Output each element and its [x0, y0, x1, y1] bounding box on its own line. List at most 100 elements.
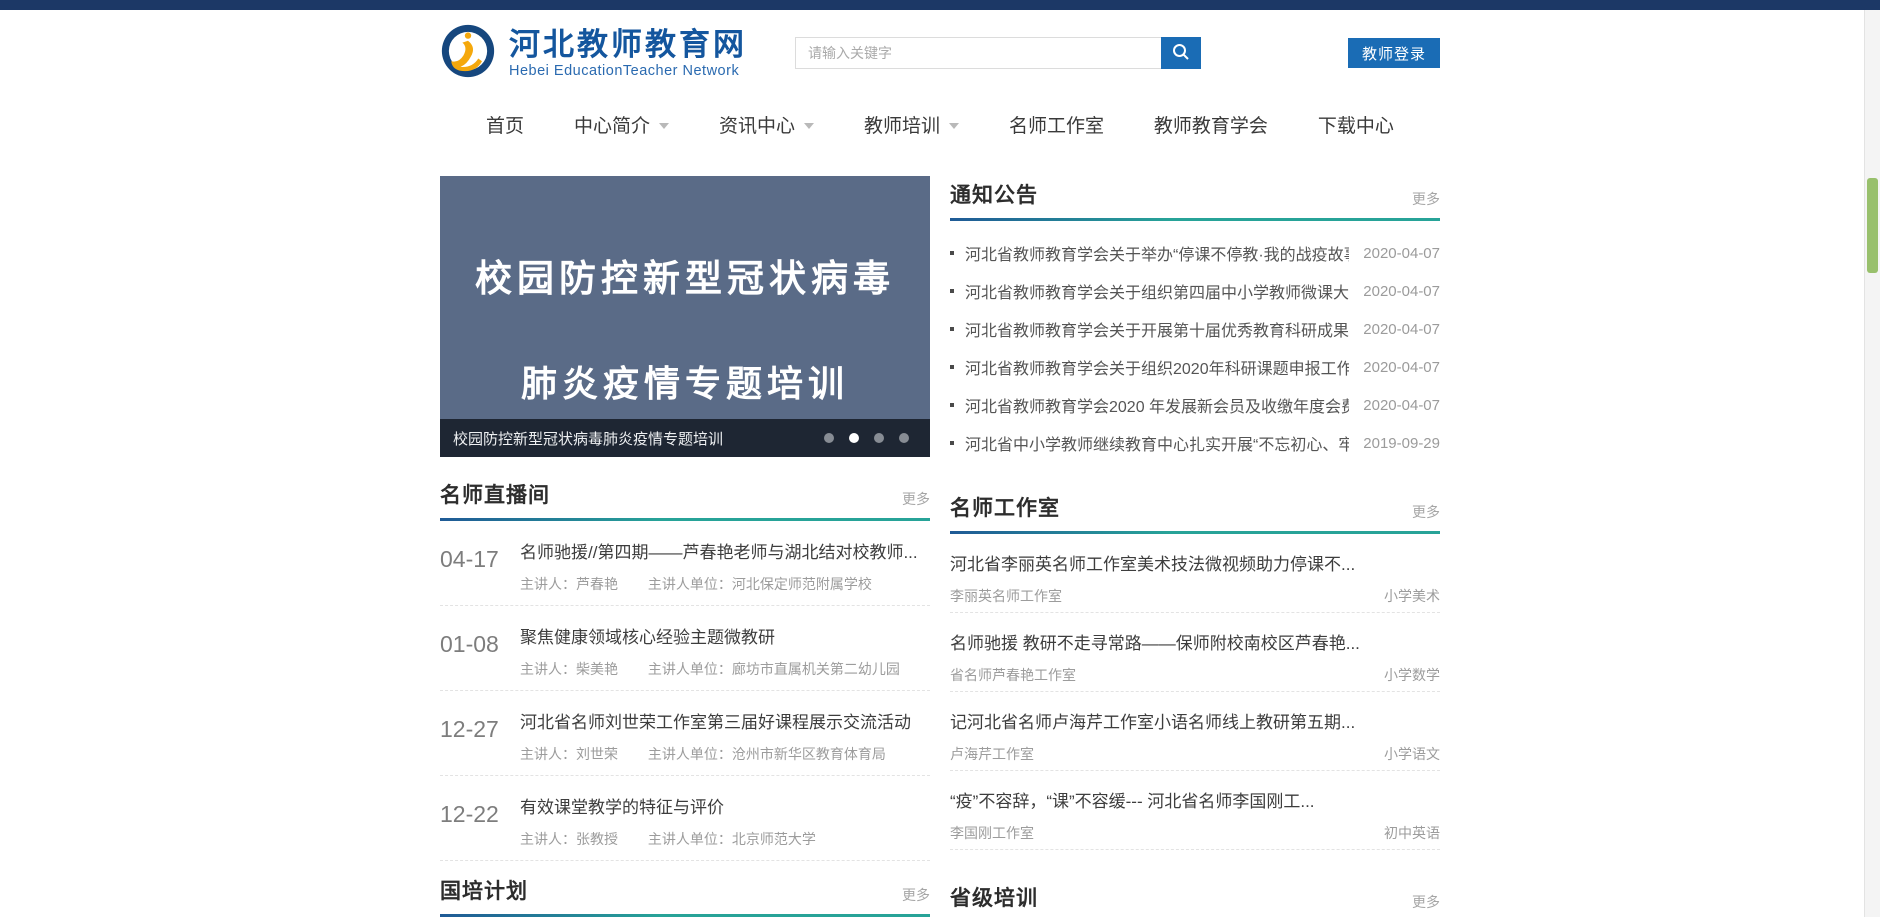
studio-item[interactable]: 记河北省名师卢海芹工作室小语名师线上教研第五期... 卢海芹工作室 小学语文 — [950, 692, 1440, 771]
section-title-national-training: 国培计划 — [440, 875, 528, 905]
live-title-link[interactable]: 有效课堂教学的特征与评价 — [520, 793, 842, 818]
studio-item[interactable]: 河北省李丽英名师工作室美术技法微视频助力停课不... 李丽英名师工作室 小学美术 — [950, 534, 1440, 613]
studio-title-link[interactable]: 记河北省名师卢海芹工作室小语名师线上教研第五期... — [950, 708, 1440, 733]
live-date: 12-22 — [440, 793, 520, 860]
carousel-dots — [824, 433, 917, 443]
section-title-studios: 名师工作室 — [950, 492, 1060, 522]
site-header: 河北教师教育网 Hebei EducationTeacher Network 教… — [440, 10, 1440, 96]
studio-subject: 小学语文 — [1384, 744, 1440, 764]
carousel-dot-3[interactable] — [874, 433, 884, 443]
bullet-icon — [950, 441, 954, 445]
live-speaker: 主讲人：刘世荣 — [520, 746, 618, 762]
section-title-notices: 通知公告 — [950, 179, 1038, 209]
nav-item-teacher-studios[interactable]: 名师工作室 — [1009, 111, 1104, 138]
nav-item-center-intro[interactable]: 中心简介 — [574, 111, 669, 138]
nav-item-news-center[interactable]: 资讯中心 — [719, 111, 814, 138]
notice-title-link[interactable]: 河北省教师教育学会关于组织2020年科研课题申报工作的... — [965, 355, 1349, 379]
search-input[interactable] — [795, 37, 1161, 69]
nav-item-education-society[interactable]: 教师教育学会 — [1154, 111, 1268, 138]
teacher-login-button[interactable]: 教师登录 — [1348, 38, 1440, 68]
live-body: 名师驰援//第四期——芦春艳老师与湖北结对校教师... 主讲人：芦春艳 主讲人单… — [520, 538, 918, 605]
section-underline — [950, 218, 1440, 221]
search-bar — [795, 37, 1201, 69]
live-item[interactable]: 01-08 聚焦健康领域核心经验主题微教研 主讲人：柴美艳 主讲人单位：廊坊市直… — [440, 606, 930, 691]
live-org: 主讲人单位：沧州市新华区教育体育局 — [648, 746, 886, 762]
notice-title-link[interactable]: 河北省教师教育学会关于开展第十届优秀教育科研成果评... — [965, 317, 1349, 341]
studio-title-link[interactable]: “疫”不容辞，“课”不容缓--- 河北省名师李国刚工... — [950, 787, 1440, 812]
more-link-studios[interactable]: 更多 — [1412, 502, 1440, 522]
live-meta: 主讲人：芦春艳 主讲人单位：河北保定师范附属学校 — [520, 574, 918, 594]
carousel-caption-bar: 校园防控新型冠状病毒肺炎疫情专题培训 — [440, 419, 930, 457]
nav-item-home[interactable]: 首页 — [486, 111, 524, 138]
more-link-national-training[interactable]: 更多 — [902, 885, 930, 905]
bullet-icon — [950, 289, 954, 293]
studio-item[interactable]: “疫”不容辞，“课”不容缓--- 河北省名师李国刚工... 李国刚工作室 初中英… — [950, 771, 1440, 850]
studio-meta: 李国刚工作室 初中英语 — [950, 823, 1440, 843]
notice-item[interactable]: 河北省中小学教师继续教育中心扎实开展“不忘初心、牢... 2019-09-29 — [950, 424, 1440, 462]
logo-emblem-icon — [440, 23, 496, 84]
live-title-link[interactable]: 名师驰援//第四期——芦春艳老师与湖北结对校教师... — [520, 538, 918, 563]
live-item[interactable]: 04-17 名师驰援//第四期——芦春艳老师与湖北结对校教师... 主讲人：芦春… — [440, 521, 930, 606]
section-title-provincial-training: 省级培训 — [950, 882, 1038, 912]
more-link-provincial-training[interactable]: 更多 — [1412, 892, 1440, 912]
bullet-icon — [950, 327, 954, 331]
studio-name: 卢海芹工作室 — [950, 744, 1034, 764]
bullet-icon — [950, 403, 954, 407]
more-link-notices[interactable]: 更多 — [1412, 189, 1440, 209]
notice-title-link[interactable]: 河北省中小学教师继续教育中心扎实开展“不忘初心、牢... — [965, 431, 1349, 455]
top-accent-bar — [0, 0, 1880, 10]
section-provincial-training: 省级培训 更多 — [950, 882, 1440, 917]
section-notices: 通知公告 更多 河北省教师教育学会关于举办“停课不停教·我的战疫故事... 20… — [950, 179, 1440, 462]
chevron-down-icon — [804, 123, 814, 129]
notice-title-link[interactable]: 河北省教师教育学会关于组织第四届中小学教师微课大赛... — [965, 279, 1349, 303]
studio-title-link[interactable]: 河北省李丽英名师工作室美术技法微视频助力停课不... — [950, 550, 1440, 575]
nav-item-teacher-training[interactable]: 教师培训 — [864, 111, 959, 138]
live-item[interactable]: 12-22 有效课堂教学的特征与评价 主讲人：张教授 主讲人单位：北京师范大学 — [440, 776, 930, 861]
carousel-caption-text: 校园防控新型冠状病毒肺炎疫情专题培训 — [453, 428, 723, 449]
chevron-down-icon — [659, 123, 669, 129]
live-date: 04-17 — [440, 538, 520, 605]
studio-title-link[interactable]: 名师驰援 教研不走寻常路——保师附校南校区芦春艳... — [950, 629, 1440, 654]
carousel-dot-1[interactable] — [824, 433, 834, 443]
studio-meta: 省名师芦春艳工作室 小学数学 — [950, 665, 1440, 685]
nav-label: 名师工作室 — [1009, 111, 1104, 138]
main-nav: 首页 中心简介 资讯中心 教师培训 名师工作室 教师教育学会 下载中心 — [440, 96, 1440, 152]
section-title-live: 名师直播间 — [440, 479, 550, 509]
hero-carousel[interactable]: 校园防控新型冠状病毒 肺炎疫情专题培训 校园防控新型冠状病毒肺炎疫情专题培训 — [440, 176, 930, 457]
studio-item[interactable]: 名师驰援 教研不走寻常路——保师附校南校区芦春艳... 省名师芦春艳工作室 小学… — [950, 613, 1440, 692]
carousel-dot-2-active[interactable] — [849, 433, 859, 443]
live-meta: 主讲人：柴美艳 主讲人单位：廊坊市直属机关第二幼儿园 — [520, 659, 926, 679]
notice-date: 2020-04-07 — [1363, 359, 1440, 376]
notice-item[interactable]: 河北省教师教育学会关于开展第十届优秀教育科研成果评... 2020-04-07 — [950, 310, 1440, 348]
browser-scrollbar[interactable] — [1864, 10, 1880, 917]
notice-item[interactable]: 河北省教师教育学会关于举办“停课不停教·我的战疫故事... 2020-04-07 — [950, 234, 1440, 272]
slide-text-line2: 肺炎疫情专题培训 — [440, 302, 930, 407]
nav-label: 教师教育学会 — [1154, 111, 1268, 138]
nav-label: 资讯中心 — [719, 111, 795, 138]
live-speaker: 主讲人：张教授 — [520, 831, 618, 847]
live-org: 主讲人单位：河北保定师范附属学校 — [648, 576, 872, 592]
notice-item[interactable]: 河北省教师教育学会关于组织2020年科研课题申报工作的... 2020-04-0… — [950, 348, 1440, 386]
live-title-link[interactable]: 河北省名师刘世荣工作室第三届好课程展示交流活动 — [520, 708, 912, 733]
notice-date: 2020-04-07 — [1363, 321, 1440, 338]
carousel-dot-4[interactable] — [899, 433, 909, 443]
scrollbar-thumb[interactable] — [1867, 178, 1878, 273]
more-link-live[interactable]: 更多 — [902, 489, 930, 509]
search-button[interactable] — [1161, 37, 1201, 69]
live-title-link[interactable]: 聚焦健康领域核心经验主题微教研 — [520, 623, 926, 648]
notice-date: 2020-04-07 — [1363, 283, 1440, 300]
live-date: 01-08 — [440, 623, 520, 690]
live-item[interactable]: 12-27 河北省名师刘世荣工作室第三届好课程展示交流活动 主讲人：刘世荣 主讲… — [440, 691, 930, 776]
live-speaker: 主讲人：芦春艳 — [520, 576, 618, 592]
notice-title-link[interactable]: 河北省教师教育学会关于举办“停课不停教·我的战疫故事... — [965, 241, 1349, 265]
nav-item-download-center[interactable]: 下载中心 — [1318, 111, 1394, 138]
site-logo[interactable]: 河北教师教育网 Hebei EducationTeacher Network — [440, 23, 747, 84]
bullet-icon — [950, 365, 954, 369]
live-meta: 主讲人：刘世荣 主讲人单位：沧州市新华区教育体育局 — [520, 744, 912, 764]
notice-item[interactable]: 河北省教师教育学会关于组织第四届中小学教师微课大赛... 2020-04-07 — [950, 272, 1440, 310]
slide-text-line1: 校园防控新型冠状病毒 — [440, 176, 930, 302]
notice-item[interactable]: 河北省教师教育学会2020 年发展新会员及收缴年度会费的... 2020-04-… — [950, 386, 1440, 424]
nav-label: 下载中心 — [1318, 111, 1394, 138]
notice-title-link[interactable]: 河北省教师教育学会2020 年发展新会员及收缴年度会费的... — [965, 393, 1349, 417]
studio-name: 李国刚工作室 — [950, 823, 1034, 843]
